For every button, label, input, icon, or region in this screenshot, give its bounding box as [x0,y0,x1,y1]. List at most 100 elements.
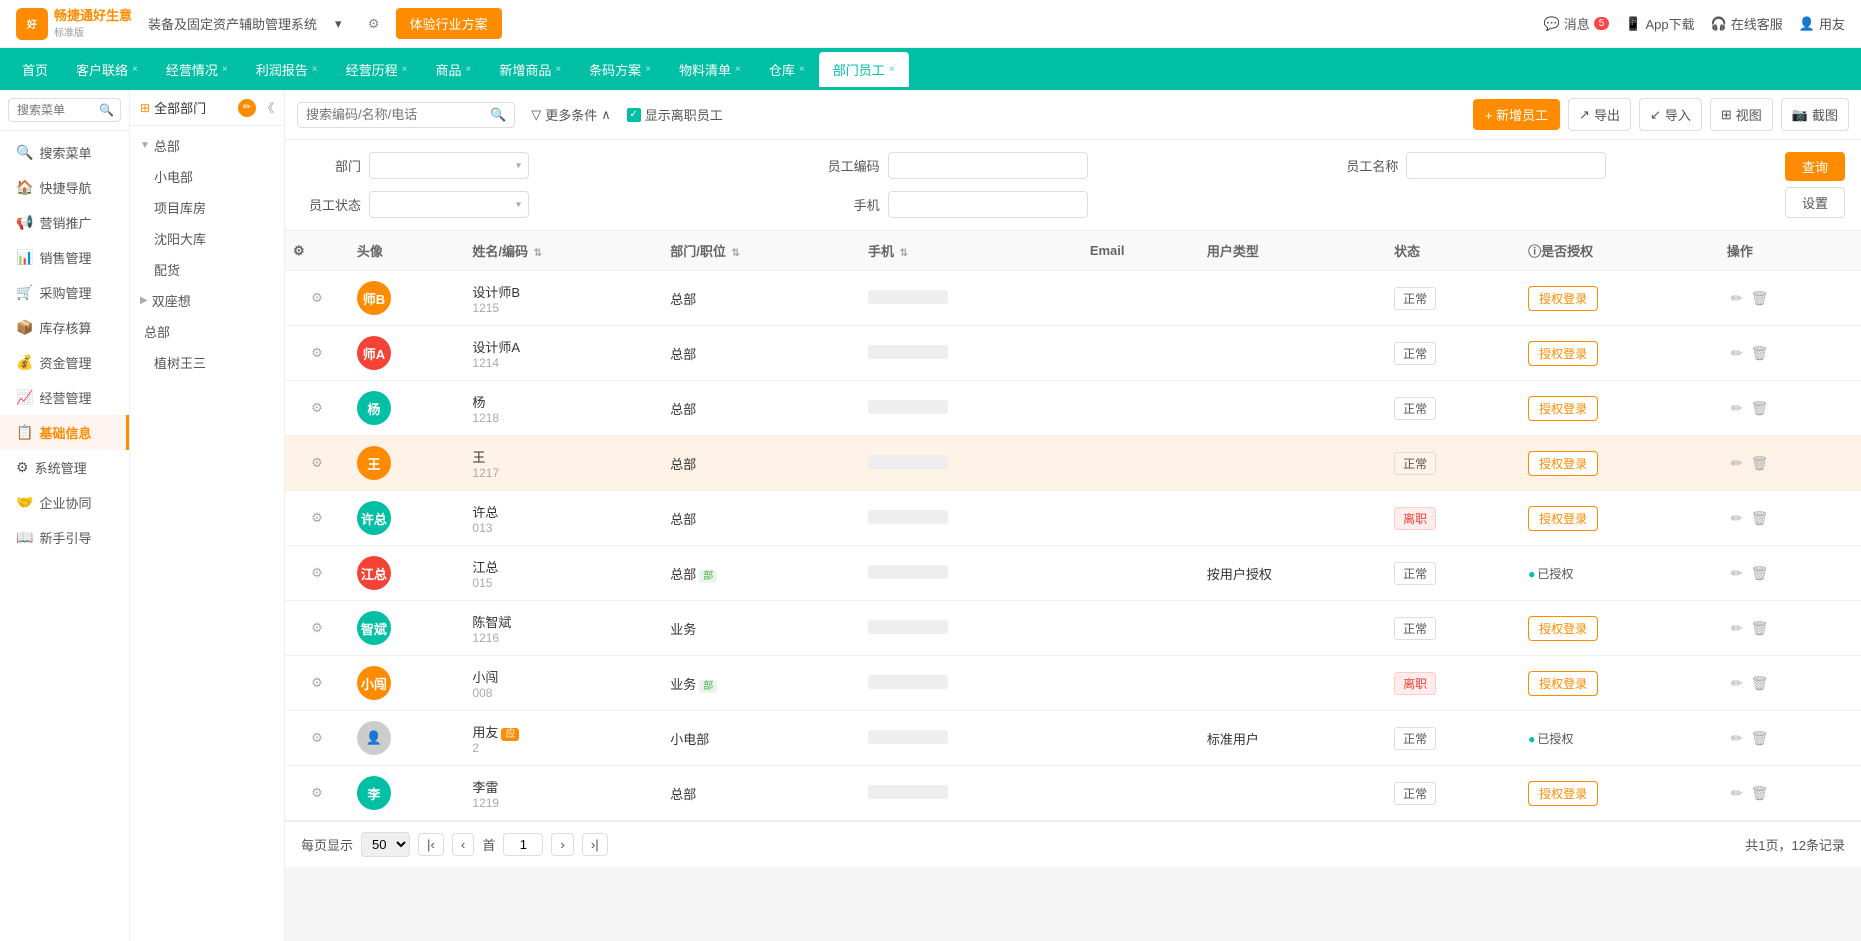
dept-child-沈阳大库[interactable]: 沈阳大库 [130,223,284,254]
phone-filter-input[interactable] [888,191,1088,218]
tab-close[interactable]: × [402,64,408,75]
online-service-action[interactable]: 🎧 在线客服 [1711,14,1783,33]
edit-btn[interactable]: ✏ [1727,618,1747,639]
navtab-新增商品[interactable]: 新增商品 × [485,52,575,87]
sidebar-item-经营管理[interactable]: 📈经营管理 [0,380,129,415]
add-employee-btn[interactable]: + 新增员工 [1473,99,1560,130]
dept-parent-总部[interactable]: 总部 [130,316,284,347]
first-page-btn[interactable]: |‹ [418,833,444,856]
sidebar-item-基础信息[interactable]: 📋基础信息 [0,415,129,450]
edit-btn[interactable]: ✏ [1727,453,1747,474]
search-input[interactable] [306,107,486,122]
message-action[interactable]: 💬 消息 5 [1544,14,1610,33]
tab-close[interactable]: × [132,64,138,75]
dept-child-配货[interactable]: 配货 [130,254,284,285]
navtab-经营情况[interactable]: 经营情况 × [152,52,242,87]
tab-close[interactable]: × [799,64,805,75]
sidebar-item-快捷导航[interactable]: 🏠快捷导航 [0,170,129,205]
dept-all-btn[interactable]: ⊞ 全部部门 [140,98,232,117]
navtab-首页[interactable]: 首页 [8,52,62,87]
navtab-客户联络[interactable]: 客户联络 × [62,52,152,87]
delete-btn[interactable]: 🗑 [1747,398,1773,419]
trial-btn[interactable]: 体验行业方案 [396,8,502,39]
app-download-action[interactable]: 📱 App下载 [1625,14,1694,33]
sidebar-item-系统管理[interactable]: ⚙系统管理 [0,450,129,485]
dept-child-小电部[interactable]: 小电部 [130,161,284,192]
gear-btn[interactable]: ⚙ [360,10,388,38]
edit-btn[interactable]: ✏ [1727,728,1747,749]
edit-btn[interactable]: ✏ [1727,288,1747,309]
auth-btn[interactable]: 授权登录 [1528,451,1598,476]
tab-close[interactable]: × [889,64,895,75]
user-action[interactable]: 👤 用友 [1799,14,1845,33]
next-page-btn[interactable]: › [551,833,573,856]
delete-btn[interactable]: 🗑 [1747,618,1773,639]
tab-close[interactable]: × [555,64,561,75]
navtab-条码方案[interactable]: 条码方案 × [575,52,665,87]
col-phone[interactable]: 手机 ⇅ [860,231,1082,271]
tab-close[interactable]: × [465,64,471,75]
sidebar-item-资金管理[interactable]: 💰资金管理 [0,345,129,380]
query-btn[interactable]: 查询 [1785,152,1845,181]
navtab-部门员工[interactable]: 部门员工 × [819,52,909,87]
system-dropdown-btn[interactable]: ▾ [325,12,352,36]
dept-select[interactable] [369,152,529,179]
delete-btn[interactable]: 🗑 [1747,453,1773,474]
edit-btn[interactable]: ✏ [1727,398,1747,419]
delete-btn[interactable]: 🗑 [1747,673,1773,694]
navtab-经营历程[interactable]: 经营历程 × [332,52,422,87]
edit-btn[interactable]: ✏ [1727,508,1747,529]
auth-btn[interactable]: 授权登录 [1528,616,1598,641]
emp-status-select[interactable] [369,191,529,218]
tab-close[interactable]: × [735,64,741,75]
sidebar-item-企业协同[interactable]: 🤝企业协同 [0,485,129,520]
edit-btn[interactable]: ✏ [1727,563,1747,584]
delete-btn[interactable]: 🗑 [1747,728,1773,749]
auth-btn[interactable]: 授权登录 [1528,781,1598,806]
auth-btn[interactable]: 授权登录 [1528,286,1598,311]
auth-btn[interactable]: 授权登录 [1528,396,1598,421]
dept-collapse-btn[interactable]: 《 [262,99,274,116]
dept-parent-双座想[interactable]: ▶双座想 [130,285,284,316]
dept-child-项目库房[interactable]: 项目库房 [130,192,284,223]
col-dept[interactable]: 部门/职位 ⇅ [662,231,860,271]
auth-btn[interactable]: 授权登录 [1528,671,1598,696]
prev-page-btn[interactable]: ‹ [452,833,474,856]
navtab-利润报告[interactable]: 利润报告 × [242,52,332,87]
col-name[interactable]: 姓名/编码 ⇅ [464,231,662,271]
edit-btn[interactable]: ✏ [1727,673,1747,694]
delete-btn[interactable]: 🗑 [1747,783,1773,804]
sidebar-item-库存核算[interactable]: 📦库存核算 [0,310,129,345]
navtab-物料清单[interactable]: 物料清单 × [665,52,755,87]
tab-close[interactable]: × [645,64,651,75]
edit-btn[interactable]: ✏ [1727,343,1747,364]
tab-close[interactable]: × [312,64,318,75]
dept-child-植树王三[interactable]: 植树王三 [130,347,284,378]
sidebar-item-销售管理[interactable]: 📊销售管理 [0,240,129,275]
edit-btn[interactable]: ✏ [1727,783,1747,804]
sidebar-item-采购管理[interactable]: 🛒采购管理 [0,275,129,310]
import-btn[interactable]: ↙ 导入 [1639,98,1702,131]
sidebar-item-新手引导[interactable]: 📖新手引导 [0,520,129,555]
sidebar-item-营销推广[interactable]: 📢营销推广 [0,205,129,240]
print-btn[interactable]: 📷 截图 [1781,98,1849,131]
navtab-商品[interactable]: 商品 × [421,52,485,87]
show-resigned-checkbox[interactable]: ✓ [627,108,641,122]
auth-btn[interactable]: 授权登录 [1528,506,1598,531]
view-btn[interactable]: ⊞ 视图 [1710,98,1773,131]
settings-btn[interactable]: 设置 [1785,187,1845,218]
page-number-input[interactable] [503,833,543,856]
export-btn[interactable]: ↗ 导出 [1568,98,1631,131]
delete-btn[interactable]: 🗑 [1747,343,1773,364]
dept-parent-总部[interactable]: ▼总部 [130,130,284,161]
delete-btn[interactable]: 🗑 [1747,508,1773,529]
filter-more-btn[interactable]: ▽ 更多条件 ∧ [523,101,619,128]
tab-close[interactable]: × [222,64,228,75]
emp-name-input[interactable] [1406,152,1606,179]
dept-edit-badge[interactable]: ✏ [238,99,256,117]
emp-code-input[interactable] [888,152,1088,179]
page-size-select[interactable]: 50 [361,832,410,857]
sidebar-item-搜索菜单[interactable]: 🔍搜索菜单 [0,135,129,170]
delete-btn[interactable]: 🗑 [1747,563,1773,584]
last-page-btn[interactable]: ›| [582,833,608,856]
